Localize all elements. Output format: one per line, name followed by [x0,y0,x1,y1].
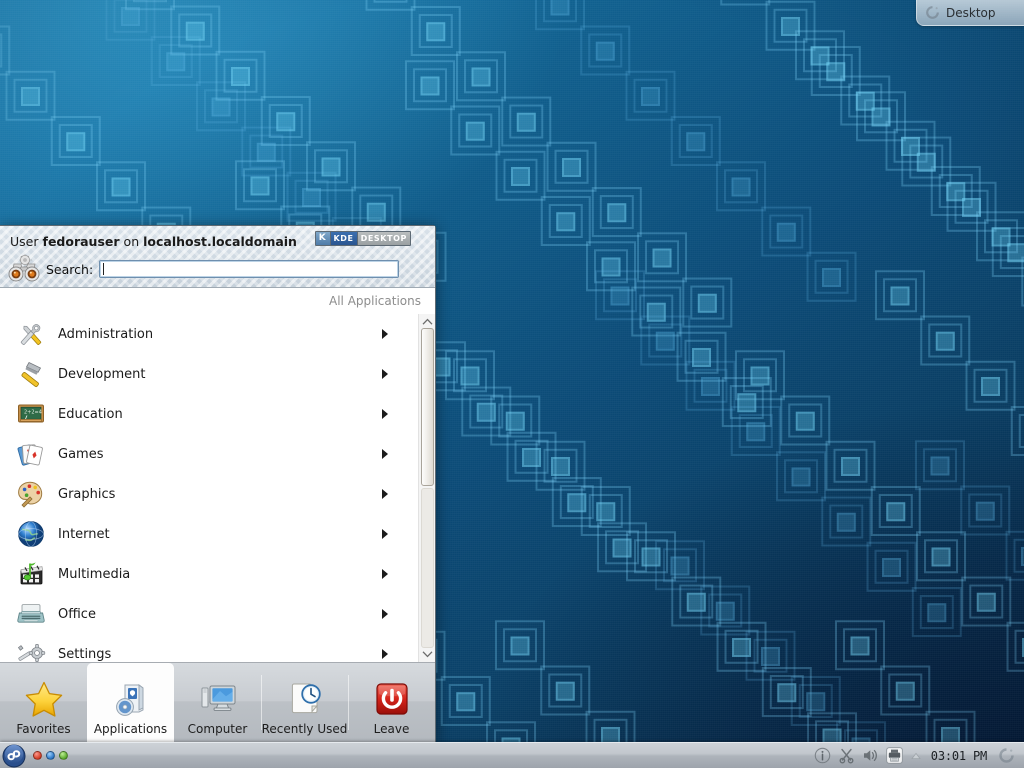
category-item-label: Office [58,606,96,622]
scroll-down-button[interactable] [419,648,436,660]
search-label: Search: [46,261,94,277]
category-item-label: Settings [58,646,112,662]
kickoff-tab-bar[interactable]: Favorites Applications Computer Recently… [0,662,435,742]
appbox-icon [109,679,153,719]
toolbox-label: Desktop [946,5,996,20]
digital-clock[interactable]: 03:01 PM [929,749,991,763]
host-name-label: localhost.localdomain [143,233,297,249]
category-item-label: Administration [58,326,154,342]
tab-label: Recently Used [261,722,348,736]
category-item-internet[interactable]: Internet [0,514,418,554]
scroll-up-button[interactable] [419,316,436,328]
settings-icon [16,639,46,662]
plasma-cashew-icon [926,6,939,19]
application-category-list[interactable]: Administration Development 2+2=4 Educati… [0,314,418,662]
kickoff-list-wrapper: Administration Development 2+2=4 Educati… [0,314,435,662]
pager-desktop-1[interactable] [33,751,42,760]
category-item-development[interactable]: Development [0,354,418,394]
speaker-icon[interactable] [862,747,879,764]
panel-cashew-icon[interactable] [998,747,1015,764]
typewriter-icon [16,599,46,629]
category-item-office[interactable]: Office [0,594,418,634]
search-input-field[interactable] [104,261,395,277]
scrollbar-track-lower[interactable] [420,488,434,648]
chevron-down-icon [422,651,432,658]
category-item-label: Multimedia [58,566,131,582]
tools-icon [16,319,46,349]
binoculars-search-icon [8,254,40,282]
breadcrumb[interactable]: All Applications [0,288,435,314]
fedora-logo-icon[interactable] [2,744,26,768]
category-item-settings[interactable]: Settings [0,634,418,662]
scrollbar-track[interactable] [419,328,436,648]
clock-page-icon [283,679,327,719]
category-item-graphics[interactable]: Graphics [0,474,418,514]
virtual-desktop-pager[interactable] [33,751,68,760]
category-item-label: Games [58,446,104,462]
cards-icon [16,439,46,469]
printer-icon[interactable] [885,747,903,764]
globe-icon [16,519,46,549]
kickoff-application-launcher[interactable]: User fedorauser on localhost.localdomain… [0,225,436,743]
kde-badge-kde-label: KDE [330,232,358,245]
user-name-label: fedorauser [42,233,120,249]
category-item-label: Education [58,406,123,422]
submenu-arrow-icon [382,569,388,579]
category-item-label: Development [58,366,146,382]
tray-expand-icon[interactable] [910,750,922,762]
tab-label: Computer [187,722,248,736]
submenu-arrow-icon [382,369,388,379]
submenu-arrow-icon [382,449,388,459]
scissors-icon[interactable] [838,747,855,764]
tab-favorites[interactable]: Favorites [0,663,87,742]
kde-desktop-badge: K KDE DESKTOP [314,231,411,246]
kickoff-header: User fedorauser on localhost.localdomain… [0,226,435,288]
monitor-icon [196,679,240,719]
category-item-education[interactable]: 2+2=4 Education [0,394,418,434]
scrollbar-thumb[interactable] [420,328,434,486]
kickoff-search-row: Search: [8,254,427,284]
chalkboard-icon: 2+2=4 [16,399,46,429]
system-tray[interactable]: 03:01 PM [814,747,1024,764]
submenu-arrow-icon [382,489,388,499]
search-input[interactable] [99,260,399,278]
breadcrumb-label: All Applications [329,294,421,308]
palette-icon [16,479,46,509]
tab-leave[interactable]: Leave [348,663,435,742]
taskbar-panel[interactable]: 03:01 PM [0,742,1024,768]
user-prefix-label: User [10,233,39,249]
star-icon [22,679,66,719]
submenu-arrow-icon [382,409,388,419]
category-item-multimedia[interactable]: Multimedia [0,554,418,594]
category-item-administration[interactable]: Administration [0,314,418,354]
kde-logo-icon: K [315,232,331,245]
chevron-up-icon [422,318,432,325]
tab-computer[interactable]: Computer [174,663,261,742]
submenu-arrow-icon [382,529,388,539]
info-icon[interactable] [814,747,831,764]
svg-text:2+2=4: 2+2=4 [24,410,42,416]
pager-desktop-3[interactable] [59,751,68,760]
user-on-label: on [123,233,140,249]
tab-recently-used[interactable]: Recently Used [261,663,348,742]
pager-desktop-2[interactable] [46,751,55,760]
kde-badge-desktop-label: DESKTOP [357,232,410,245]
tab-label: Leave [373,722,410,736]
category-item-label: Internet [58,526,110,542]
tab-label: Applications [93,722,168,736]
tab-applications[interactable]: Applications [87,663,174,742]
submenu-arrow-icon [382,609,388,619]
scrollbar[interactable] [418,314,435,662]
kickoff-body: All Applications Administration Developm… [0,288,435,662]
hammer-icon [16,359,46,389]
category-item-label: Graphics [58,486,116,502]
power-icon [370,679,414,719]
submenu-arrow-icon [382,649,388,659]
submenu-arrow-icon [382,329,388,339]
category-item-games[interactable]: Games [0,434,418,474]
desktop-toolbox[interactable]: Desktop [916,0,1024,26]
clapperboard-icon [16,559,46,589]
tab-label: Favorites [16,722,71,736]
